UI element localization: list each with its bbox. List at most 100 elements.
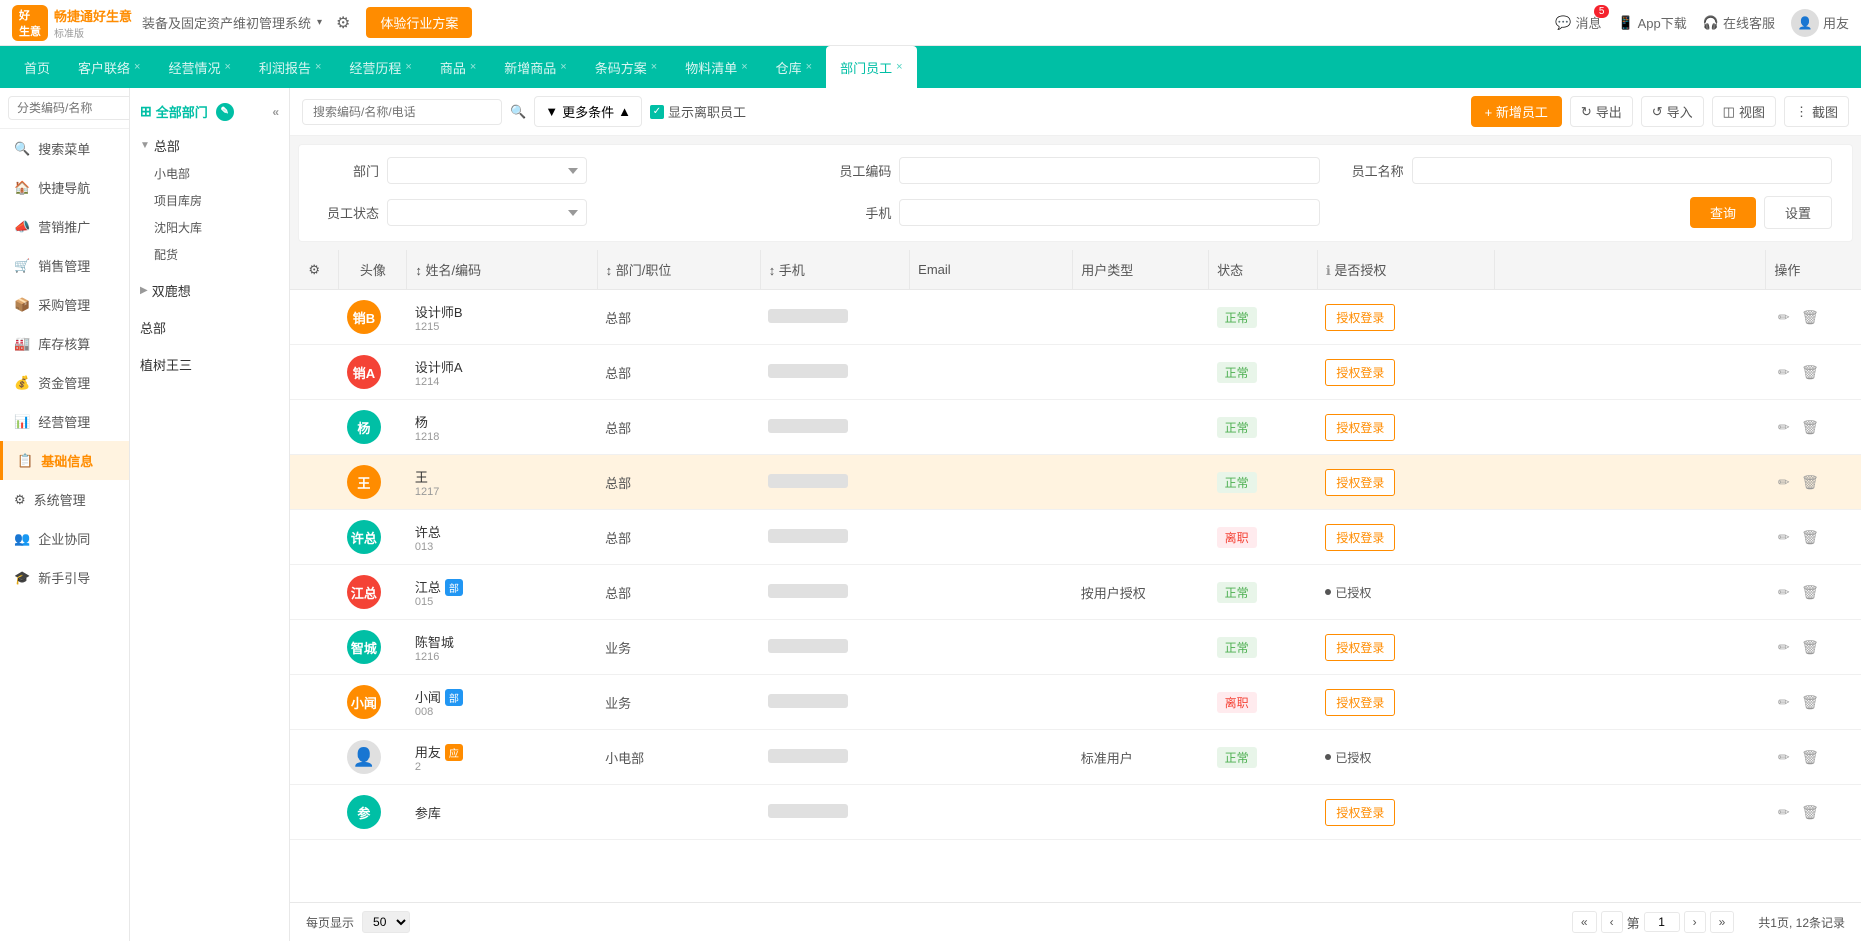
auth-btn[interactable]: 授权登录 bbox=[1325, 524, 1395, 551]
col-name-header[interactable]: ↕ 姓名/编码 bbox=[407, 250, 597, 290]
nav-tab-商品[interactable]: 商品 × bbox=[426, 46, 490, 88]
page-size-select[interactable]: 50 bbox=[362, 911, 410, 933]
sidebar-item-采购管理[interactable]: 📦采购管理 bbox=[0, 285, 129, 324]
sidebar-search-input[interactable] bbox=[8, 96, 130, 120]
emp-code-input[interactable] bbox=[899, 157, 1319, 184]
import-btn[interactable]: ↺ 导入 bbox=[1641, 96, 1704, 127]
auth-btn[interactable]: 授权登录 bbox=[1325, 304, 1395, 331]
edit-btn[interactable]: ✏ bbox=[1774, 307, 1794, 328]
dept-collapse-icon[interactable]: « bbox=[272, 105, 279, 119]
sidebar-item-营销推广[interactable]: 📣营销推广 bbox=[0, 207, 129, 246]
add-employee-btn[interactable]: + 新增员工 bbox=[1471, 96, 1562, 127]
trial-btn[interactable]: 体验行业方案 bbox=[366, 7, 472, 38]
edit-btn[interactable]: ✏ bbox=[1774, 417, 1794, 438]
settings-icon[interactable]: ⚙ bbox=[336, 13, 350, 33]
sidebar-item-系统管理[interactable]: ⚙系统管理 bbox=[0, 480, 129, 519]
col-settings-header[interactable]: ⚙ bbox=[290, 250, 339, 290]
nav-tab-仓库[interactable]: 仓库 × bbox=[762, 46, 826, 88]
dept-parent-shuanglu[interactable]: ▶ 双鹿想 bbox=[130, 276, 289, 305]
delete-btn[interactable]: 🗑 bbox=[1797, 747, 1823, 768]
tab-close-icon[interactable]: × bbox=[806, 61, 812, 73]
delete-btn[interactable]: 🗑 bbox=[1797, 802, 1823, 823]
dept-all[interactable]: ⊞ 全部部门 ✎ « bbox=[130, 96, 289, 127]
nav-tab-新增商品[interactable]: 新增商品 × bbox=[490, 46, 580, 88]
edit-btn[interactable]: ✏ bbox=[1774, 362, 1794, 383]
auth-btn[interactable]: 授权登录 bbox=[1325, 689, 1395, 716]
dept-child-xiangmu[interactable]: 项目库房 bbox=[130, 187, 289, 214]
system-dropdown-arrow[interactable]: ▾ bbox=[317, 17, 322, 28]
show-resigned-checkbox[interactable]: ✓ bbox=[650, 105, 664, 119]
edit-btn[interactable]: ✏ bbox=[1774, 692, 1794, 713]
online-service-btn[interactable]: 🎧 在线客服 bbox=[1703, 13, 1775, 32]
reset-btn[interactable]: 设置 bbox=[1764, 196, 1832, 229]
nav-tab-部门员工[interactable]: 部门员工 × bbox=[826, 46, 916, 88]
nav-tab-利润报告[interactable]: 利润报告 × bbox=[245, 46, 335, 88]
first-page-btn[interactable]: « bbox=[1572, 911, 1597, 933]
sidebar-item-经营管理[interactable]: 📊经营管理 bbox=[0, 402, 129, 441]
sidebar-item-销售管理[interactable]: 🛒销售管理 bbox=[0, 246, 129, 285]
nav-tab-条码方案[interactable]: 条码方案 × bbox=[581, 46, 671, 88]
app-download-btn[interactable]: 📱 App下载 bbox=[1617, 13, 1686, 32]
auth-btn[interactable]: 授权登录 bbox=[1325, 414, 1395, 441]
nav-tab-客户联络[interactable]: 客户联络 × bbox=[64, 46, 154, 88]
prev-page-btn[interactable]: ‹ bbox=[1601, 911, 1623, 933]
tab-close-icon[interactable]: × bbox=[896, 61, 902, 73]
emp-name-input[interactable] bbox=[1412, 157, 1832, 184]
auth-btn[interactable]: 授权登录 bbox=[1325, 799, 1395, 826]
sidebar-item-资金管理[interactable]: 💰资金管理 bbox=[0, 363, 129, 402]
dept-filter-select[interactable] bbox=[387, 157, 587, 184]
col-dept-header[interactable]: ↕ 部门/职位 bbox=[597, 250, 760, 290]
employee-search-input[interactable] bbox=[302, 99, 502, 125]
delete-btn[interactable]: 🗑 bbox=[1797, 307, 1823, 328]
delete-btn[interactable]: 🗑 bbox=[1797, 527, 1823, 548]
dept-parent-zongbu[interactable]: ▼ 总部 bbox=[130, 131, 289, 160]
show-resigned-toggle[interactable]: ✓ 显示离职员工 bbox=[650, 102, 746, 121]
nav-tab-物料清单[interactable]: 物料清单 × bbox=[671, 46, 761, 88]
nav-tab-首页[interactable]: 首页 bbox=[10, 46, 64, 88]
nav-tab-经营历程[interactable]: 经营历程 × bbox=[335, 46, 425, 88]
tab-close-icon[interactable]: × bbox=[405, 61, 411, 73]
col-phone-header[interactable]: ↕ 手机 bbox=[760, 250, 909, 290]
edit-btn[interactable]: ✏ bbox=[1774, 747, 1794, 768]
delete-btn[interactable]: 🗑 bbox=[1797, 472, 1823, 493]
delete-btn[interactable]: 🗑 bbox=[1797, 582, 1823, 603]
sidebar-item-搜索菜单[interactable]: 🔍搜索菜单 bbox=[0, 129, 129, 168]
sidebar-item-快捷导航[interactable]: 🏠快捷导航 bbox=[0, 168, 129, 207]
dept-parent-zongbu2[interactable]: 总部 bbox=[130, 313, 289, 342]
export-btn[interactable]: ↻ 导出 bbox=[1570, 96, 1633, 127]
tab-close-icon[interactable]: × bbox=[560, 61, 566, 73]
next-page-btn[interactable]: › bbox=[1684, 911, 1706, 933]
more-filter-btn[interactable]: ▼ 更多条件 ▲ bbox=[534, 96, 642, 127]
tab-close-icon[interactable]: × bbox=[651, 61, 657, 73]
last-page-btn[interactable]: » bbox=[1710, 911, 1735, 933]
message-btn[interactable]: 💬 消息 5 bbox=[1555, 13, 1601, 32]
dept-child-xiaodian[interactable]: 小电部 bbox=[130, 160, 289, 187]
search-icon[interactable]: 🔍 bbox=[510, 104, 526, 120]
delete-btn[interactable]: 🗑 bbox=[1797, 362, 1823, 383]
edit-btn[interactable]: ✏ bbox=[1774, 802, 1794, 823]
tab-close-icon[interactable]: × bbox=[134, 61, 140, 73]
emp-status-select[interactable] bbox=[387, 199, 587, 226]
tab-close-icon[interactable]: × bbox=[224, 61, 230, 73]
tab-close-icon[interactable]: × bbox=[315, 61, 321, 73]
tab-close-icon[interactable]: × bbox=[470, 61, 476, 73]
sidebar-item-库存核算[interactable]: 🏭库存核算 bbox=[0, 324, 129, 363]
dept-child-shenyang[interactable]: 沈阳大库 bbox=[130, 214, 289, 241]
delete-btn[interactable]: 🗑 bbox=[1797, 637, 1823, 658]
edit-btn[interactable]: ✏ bbox=[1774, 582, 1794, 603]
phone-input[interactable] bbox=[899, 199, 1319, 226]
query-btn[interactable]: 查询 bbox=[1690, 197, 1756, 228]
edit-btn[interactable]: ✏ bbox=[1774, 637, 1794, 658]
sidebar-item-基础信息[interactable]: 📋基础信息 bbox=[0, 441, 129, 480]
page-number-input[interactable] bbox=[1644, 912, 1680, 932]
auth-btn[interactable]: 授权登录 bbox=[1325, 634, 1395, 661]
more-action-btn[interactable]: ⋮ 截图 bbox=[1784, 96, 1849, 127]
nav-tab-经营情况[interactable]: 经营情况 × bbox=[154, 46, 244, 88]
tab-close-icon[interactable]: × bbox=[741, 61, 747, 73]
auth-btn[interactable]: 授权登录 bbox=[1325, 469, 1395, 496]
view-btn[interactable]: ◫ 视图 bbox=[1712, 96, 1776, 127]
auth-btn[interactable]: 授权登录 bbox=[1325, 359, 1395, 386]
delete-btn[interactable]: 🗑 bbox=[1797, 692, 1823, 713]
dept-child-peihuo[interactable]: 配货 bbox=[130, 241, 289, 268]
edit-btn[interactable]: ✏ bbox=[1774, 472, 1794, 493]
